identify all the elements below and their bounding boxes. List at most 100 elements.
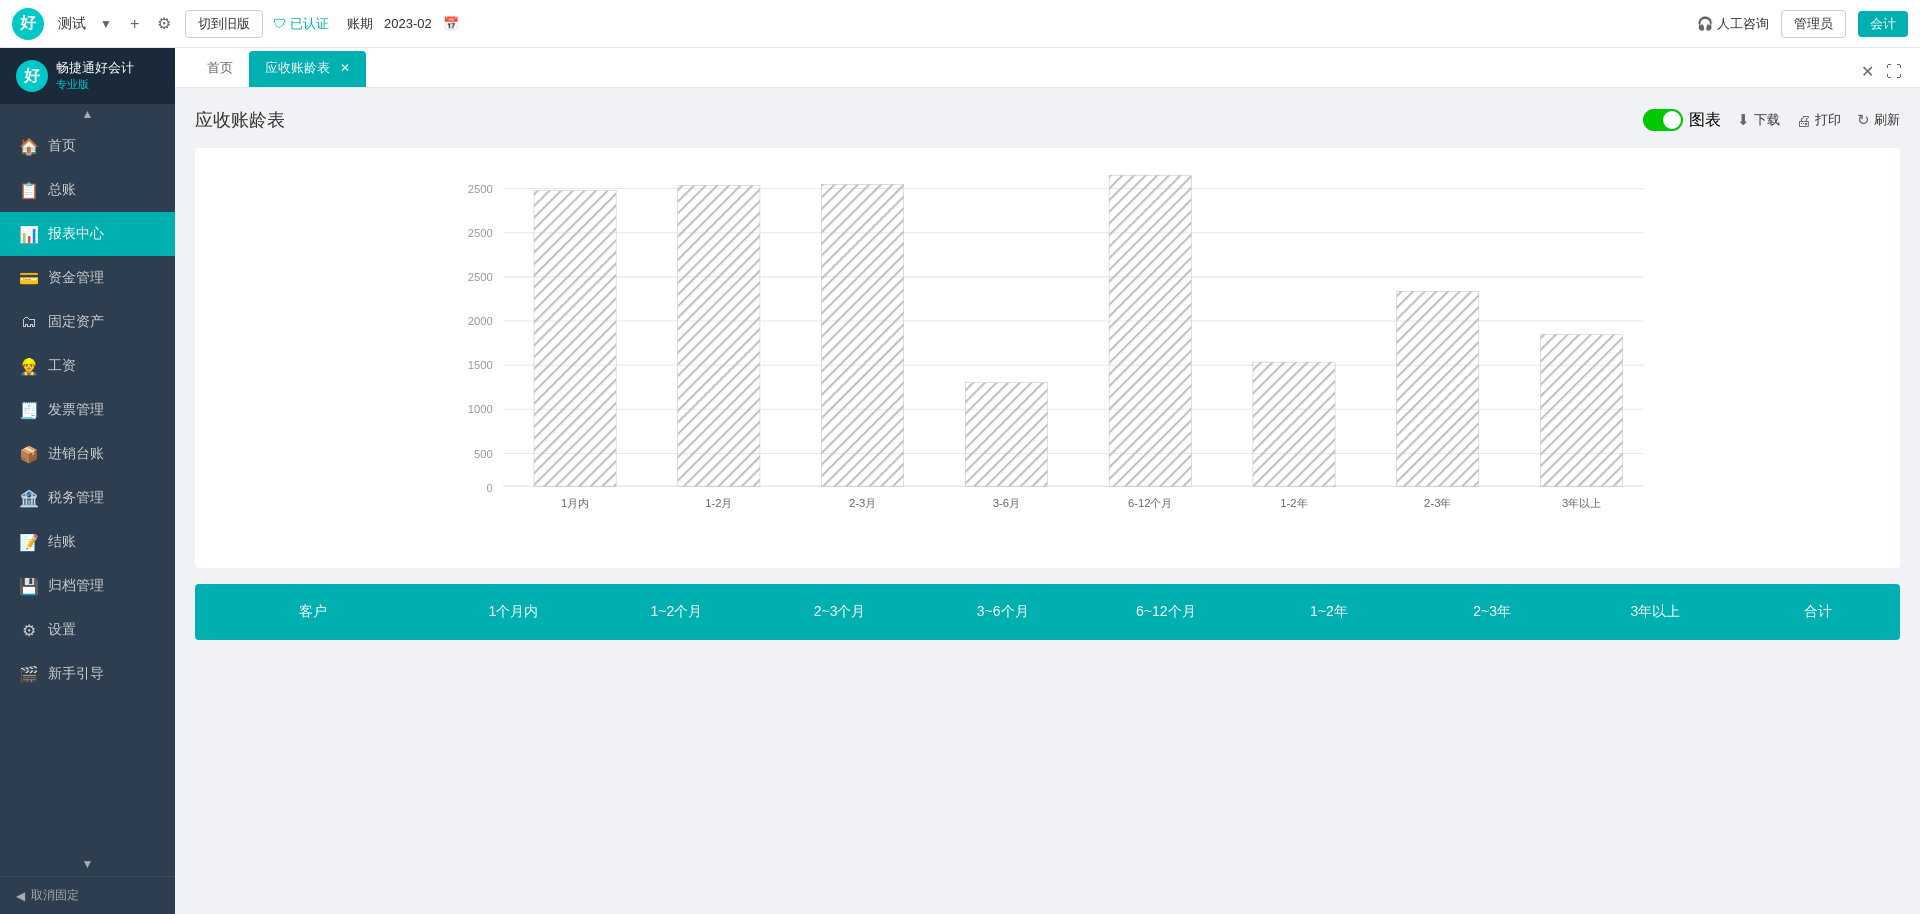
sidebar-item-home[interactable]: 🏠 首页 <box>0 124 175 168</box>
pin-icon: ◀ <box>16 889 25 903</box>
sidebar-item-settings[interactable]: ⚙ 设置 <box>0 608 175 652</box>
svg-text:6-12个月: 6-12个月 <box>1128 497 1173 509</box>
company-dropdown-button[interactable]: ▼ <box>96 15 116 33</box>
chart-container: 2500 2500 2500 2000 1500 1000 500 0 1 <box>195 148 1900 568</box>
sidebar-item-ledger[interactable]: 📋 总账 <box>0 168 175 212</box>
table-col-3-6m: 3~6个月 <box>921 603 1084 621</box>
invoice-icon: 🧾 <box>20 401 38 419</box>
sidebar-item-sales[interactable]: 📦 进销台账 <box>0 432 175 476</box>
ledger-icon: 📋 <box>20 181 38 199</box>
report-title: 应收账龄表 <box>195 108 285 132</box>
table-col-1-2m: 1~2个月 <box>595 603 758 621</box>
expand-window-button[interactable]: ⛶ <box>1884 61 1904 83</box>
bar-1-2-month <box>678 185 760 486</box>
tab-close-button[interactable]: ✕ <box>340 61 350 75</box>
assets-icon: 🗂 <box>20 313 38 331</box>
sidebar-scroll-up[interactable]: ▲ <box>0 104 175 124</box>
svg-text:1000: 1000 <box>468 403 493 415</box>
sidebar-item-reports-label: 报表中心 <box>48 225 104 243</box>
content-area: 首页 应收账龄表 ✕ ✕ ⛶ 应收账龄表 图表 <box>175 48 1920 914</box>
bar-2-3-year <box>1397 291 1479 486</box>
table-col-2-3m: 2~3个月 <box>758 603 921 621</box>
chart-toggle-label: 图表 <box>1689 110 1721 131</box>
table-col-3plusy: 3年以上 <box>1574 603 1737 621</box>
table-col-6-12m: 6~12个月 <box>1084 603 1247 621</box>
sidebar-item-funds[interactable]: 💳 资金管理 <box>0 256 175 300</box>
tab-home[interactable]: 首页 <box>191 51 249 87</box>
table-col-customer: 客户 <box>195 603 432 621</box>
svg-text:2-3年: 2-3年 <box>1424 497 1451 509</box>
bar-6-12-month <box>1109 175 1191 486</box>
consult-button[interactable]: 🎧 人工咨询 <box>1697 15 1769 33</box>
bar-3-plus-year <box>1540 334 1622 486</box>
sidebar-item-salary[interactable]: 👷 工资 <box>0 344 175 388</box>
bar-1-month <box>534 191 616 487</box>
sidebar-item-settings-label: 设置 <box>48 621 76 639</box>
user-button[interactable]: 管理员 <box>1781 10 1846 38</box>
salary-icon: 👷 <box>20 357 38 375</box>
refresh-icon: ↻ <box>1857 111 1870 129</box>
table-header: 客户 1个月内 1~2个月 2~3个月 3~6个月 6~12个月 1~2年 2~… <box>195 584 1900 640</box>
table-col-total: 合计 <box>1737 603 1900 621</box>
logo-icon: 好 <box>16 60 48 92</box>
bar-chart: 2500 2500 2500 2000 1500 1000 500 0 1 <box>215 168 1880 548</box>
logo-text-container: 畅捷通好会计 专业版 <box>56 60 134 92</box>
archive-icon: 💾 <box>20 577 38 595</box>
sidebar-item-reports[interactable]: 📊 报表中心 <box>0 212 175 256</box>
sidebar-item-guide[interactable]: 🎬 新手引导 <box>0 652 175 696</box>
chart-toggle-group: 图表 <box>1643 109 1721 131</box>
certified-badge: 🛡 已认证 <box>273 15 329 33</box>
settings-button[interactable]: ⚙ <box>153 10 175 37</box>
print-button[interactable]: 🖨 打印 <box>1796 111 1841 129</box>
close-period-icon: 📝 <box>20 533 38 551</box>
svg-text:2000: 2000 <box>468 315 493 327</box>
sidebar-item-tax[interactable]: 🏦 税务管理 <box>0 476 175 520</box>
svg-text:1500: 1500 <box>468 359 493 371</box>
calendar-icon[interactable]: 📅 <box>443 16 459 31</box>
sidebar: 好 畅捷通好会计 专业版 ▲ 🏠 首页 📋 总账 📊 报表中心 💳 <box>0 48 175 914</box>
svg-text:2500: 2500 <box>468 183 493 195</box>
svg-text:1月内: 1月内 <box>561 497 589 509</box>
cancel-fixed-button[interactable]: ◀ 取消固定 <box>0 876 175 914</box>
refresh-button[interactable]: ↻ 刷新 <box>1857 111 1900 129</box>
sidebar-item-invoice[interactable]: 🧾 发票管理 <box>0 388 175 432</box>
tax-icon: 🏦 <box>20 489 38 507</box>
sidebar-item-invoice-label: 发票管理 <box>48 401 104 419</box>
sidebar-item-tax-label: 税务管理 <box>48 489 104 507</box>
report-header: 应收账龄表 图表 ⬇ 下载 🖨 打印 ↻ <box>195 108 1900 132</box>
cancel-fixed-label: 取消固定 <box>31 887 79 904</box>
reports-icon: 📊 <box>20 225 38 243</box>
header-right-section: 🎧 人工咨询 管理员 会计 <box>1697 10 1908 38</box>
top-header: 好 测试 ▼ + ⚙ 切到旧版 🛡 已认证 账期 2023-02 📅 🎧 人工咨… <box>0 0 1920 48</box>
chart-toggle-switch[interactable] <box>1643 109 1683 131</box>
sidebar-item-guide-label: 新手引导 <box>48 665 104 683</box>
bar-1-2-year <box>1253 362 1335 486</box>
close-window-button[interactable]: ✕ <box>1859 60 1876 83</box>
sidebar-item-sales-label: 进销台账 <box>48 445 104 463</box>
svg-text:0: 0 <box>487 482 493 494</box>
table-container: 客户 1个月内 1~2个月 2~3个月 3~6个月 6~12个月 1~2年 2~… <box>195 584 1900 640</box>
download-button[interactable]: ⬇ 下载 <box>1737 111 1780 129</box>
sidebar-item-ledger-label: 总账 <box>48 181 76 199</box>
period-label: 账期 2023-02 📅 <box>347 15 458 33</box>
main-layout: 好 畅捷通好会计 专业版 ▲ 🏠 首页 📋 总账 📊 报表中心 💳 <box>0 48 1920 914</box>
tab-receivable-aging[interactable]: 应收账龄表 ✕ <box>249 51 366 87</box>
print-icon: 🖨 <box>1796 112 1811 129</box>
sidebar-menu: 🏠 首页 📋 总账 📊 报表中心 💳 资金管理 🗂 固定资产 👷 工资 <box>0 124 175 876</box>
sidebar-item-close[interactable]: 📝 结账 <box>0 520 175 564</box>
sidebar-item-assets[interactable]: 🗂 固定资产 <box>0 300 175 344</box>
svg-text:1-2年: 1-2年 <box>1280 497 1307 509</box>
add-button[interactable]: + <box>126 11 143 37</box>
switch-old-version-button[interactable]: 切到旧版 <box>185 10 263 38</box>
svg-text:3年以上: 3年以上 <box>1562 497 1601 509</box>
table-col-2-3y: 2~3年 <box>1411 603 1574 621</box>
role-button[interactable]: 会计 <box>1858 11 1908 37</box>
chart-area: 2500 2500 2500 2000 1500 1000 500 0 1 <box>215 168 1880 548</box>
sales-icon: 📦 <box>20 445 38 463</box>
sidebar-scroll-down[interactable]: ▼ <box>0 854 175 874</box>
app-name: 畅捷通好会计 <box>56 60 134 77</box>
sidebar-item-archive[interactable]: 💾 归档管理 <box>0 564 175 608</box>
bar-2-3-month <box>822 184 904 486</box>
sidebar-item-archive-label: 归档管理 <box>48 577 104 595</box>
sidebar-item-home-label: 首页 <box>48 137 76 155</box>
